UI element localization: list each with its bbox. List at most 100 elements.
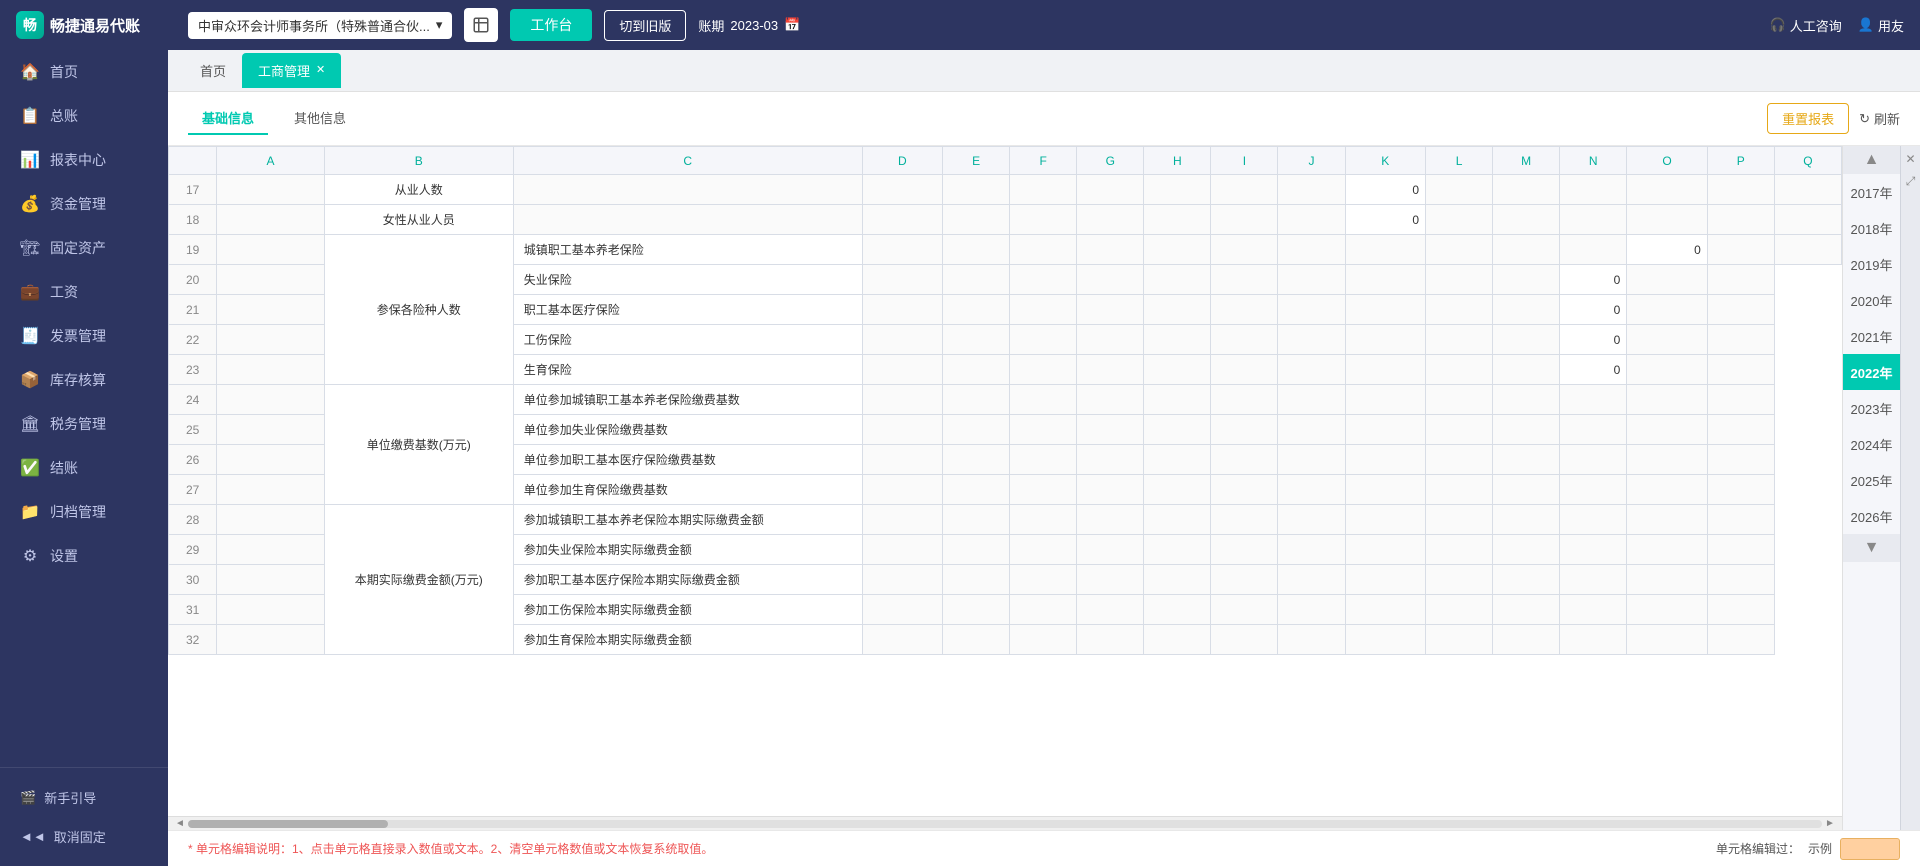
spreadsheet-wrapper[interactable]: A B C D E F G H I J xyxy=(168,146,1842,816)
cell-17-g[interactable] xyxy=(1077,175,1144,205)
sidebar-item-close[interactable]: ✅ 结账 xyxy=(0,446,168,490)
reset-report-button[interactable]: 重置报表 xyxy=(1767,103,1849,134)
user-menu[interactable]: 👤 用友 xyxy=(1858,16,1904,35)
cell-19-a[interactable] xyxy=(217,235,324,265)
cell-21-c[interactable]: 职工基本医疗保险 xyxy=(513,295,862,325)
cell-17-i[interactable] xyxy=(1211,175,1278,205)
cell-17-c[interactable] xyxy=(513,175,862,205)
cell-23-c[interactable]: 生育保险 xyxy=(513,355,862,385)
cell-32-a[interactable] xyxy=(217,625,324,655)
year-down-btn[interactable]: ▼ xyxy=(1843,534,1900,562)
cell-32-c[interactable]: 参加生育保险本期实际缴费金额 xyxy=(513,625,862,655)
year-item-2021[interactable]: 2021年 xyxy=(1843,318,1900,354)
cell-17-b[interactable]: 从业人数 xyxy=(324,175,513,205)
cell-20-a[interactable] xyxy=(217,265,324,295)
cell-17-f[interactable] xyxy=(1010,175,1077,205)
cell-17-j[interactable] xyxy=(1278,175,1345,205)
cell-20-o[interactable]: 0 xyxy=(1560,265,1627,295)
cell-19-m[interactable] xyxy=(1493,235,1560,265)
cell-26-a[interactable] xyxy=(217,445,324,475)
cell-17-p[interactable] xyxy=(1707,175,1774,205)
sidebar-item-tax[interactable]: 🏛 税务管理 xyxy=(0,402,168,446)
refresh-button[interactable]: ↻ 刷新 xyxy=(1859,109,1900,128)
sidebar-item-home[interactable]: 🏠 首页 xyxy=(0,50,168,94)
sub-tab-other[interactable]: 其他信息 xyxy=(280,102,360,135)
cell-23-a[interactable] xyxy=(217,355,324,385)
cell-19-e[interactable] xyxy=(943,235,1010,265)
cell-19-h[interactable] xyxy=(1144,235,1211,265)
cell-24-a[interactable] xyxy=(217,385,324,415)
cell-28-a[interactable] xyxy=(217,505,324,535)
cell-18-g[interactable] xyxy=(1077,205,1144,235)
cell-23-o[interactable]: 0 xyxy=(1560,355,1627,385)
cell-17-m[interactable] xyxy=(1493,175,1560,205)
cell-29-a[interactable] xyxy=(217,535,324,565)
tab-home[interactable]: 首页 xyxy=(184,53,242,88)
unpin-button[interactable]: ◄◄ 取消固定 xyxy=(0,817,168,856)
cell-18-b[interactable]: 女性从业人员 xyxy=(324,205,513,235)
sidebar-item-finance[interactable]: 💰 资金管理 xyxy=(0,182,168,226)
year-item-2017[interactable]: 2017年 xyxy=(1843,174,1900,210)
cell-19-g[interactable] xyxy=(1077,235,1144,265)
sidebar-item-settings[interactable]: ⚙ 设置 xyxy=(0,534,168,578)
cell-22-c[interactable]: 工伤保险 xyxy=(513,325,862,355)
scroll-track[interactable] xyxy=(188,820,1822,828)
year-item-2026[interactable]: 2026年 xyxy=(1843,498,1900,534)
cell-20-c[interactable]: 失业保险 xyxy=(513,265,862,295)
cell-19-f[interactable] xyxy=(1010,235,1077,265)
cell-18-h[interactable] xyxy=(1144,205,1211,235)
scroll-right-btn[interactable]: ► xyxy=(1822,816,1838,831)
cell-18-k[interactable]: 0 xyxy=(1345,205,1425,235)
cell-17-d[interactable] xyxy=(862,175,942,205)
cell-19-d[interactable] xyxy=(862,235,942,265)
year-item-2019[interactable]: 2019年 xyxy=(1843,246,1900,282)
cell-19-j[interactable] xyxy=(1278,235,1345,265)
scroll-left-btn[interactable]: ◄ xyxy=(172,816,188,831)
scroll-thumb[interactable] xyxy=(188,820,388,828)
cell-18-e[interactable] xyxy=(943,205,1010,235)
year-item-2018[interactable]: 2018年 xyxy=(1843,210,1900,246)
cell-17-k[interactable]: 0 xyxy=(1345,175,1425,205)
cell-25-a[interactable] xyxy=(217,415,324,445)
cell-30-a[interactable] xyxy=(217,565,324,595)
cell-19-q[interactable] xyxy=(1774,235,1841,265)
year-up-btn[interactable]: ▲ xyxy=(1843,146,1900,174)
panel-expand-btn[interactable]: ⤢ xyxy=(1902,172,1920,190)
sidebar-item-ledger[interactable]: 📋 总账 xyxy=(0,94,168,138)
horizontal-scrollbar[interactable]: ◄ ► xyxy=(168,816,1842,830)
year-item-2024[interactable]: 2024年 xyxy=(1843,426,1900,462)
tab-close-icon[interactable]: ✕ xyxy=(316,65,325,76)
ai-consult-button[interactable]: 🎧 人工咨询 xyxy=(1770,16,1842,35)
cell-18-o[interactable] xyxy=(1627,205,1707,235)
sidebar-item-invoice[interactable]: 🧾 发票管理 xyxy=(0,314,168,358)
cell-19-c[interactable]: 城镇职工基本养老保险 xyxy=(513,235,862,265)
cell-18-p[interactable] xyxy=(1707,205,1774,235)
company-selector[interactable]: 中审众环会计师事务所（特殊普通合伙... ▾ xyxy=(188,12,452,39)
year-item-2023[interactable]: 2023年 xyxy=(1843,390,1900,426)
sub-tab-basic[interactable]: 基础信息 xyxy=(188,102,268,135)
cell-18-m[interactable] xyxy=(1493,205,1560,235)
workspace-button[interactable]: 工作台 xyxy=(510,9,592,41)
cell-18-j[interactable] xyxy=(1278,205,1345,235)
sidebar-item-report[interactable]: 📊 报表中心 xyxy=(0,138,168,182)
cell-28-c[interactable]: 参加城镇职工基本养老保险本期实际缴费金额 xyxy=(513,505,862,535)
cell-31-c[interactable]: 参加工伤保险本期实际缴费金额 xyxy=(513,595,862,625)
cell-21-o[interactable]: 0 xyxy=(1560,295,1627,325)
cell-30-c[interactable]: 参加职工基本医疗保险本期实际缴费金额 xyxy=(513,565,862,595)
cell-18-l[interactable] xyxy=(1426,205,1493,235)
cell-26-c[interactable]: 单位参加职工基本医疗保险缴费基数 xyxy=(513,445,862,475)
panel-close-btn[interactable]: ✕ xyxy=(1902,150,1920,168)
cell-18-i[interactable] xyxy=(1211,205,1278,235)
cell-27-a[interactable] xyxy=(217,475,324,505)
tab-bizreg[interactable]: 工商管理 ✕ xyxy=(242,53,341,88)
year-item-2022[interactable]: 2022年 xyxy=(1843,354,1900,390)
cell-18-a[interactable] xyxy=(217,205,324,235)
cell-18-c[interactable] xyxy=(513,205,862,235)
cell-25-c[interactable]: 单位参加失业保险缴费基数 xyxy=(513,415,862,445)
cell-17-h[interactable] xyxy=(1144,175,1211,205)
cell-17-n[interactable] xyxy=(1560,175,1627,205)
cell-21-a[interactable] xyxy=(217,295,324,325)
cell-17-e[interactable] xyxy=(943,175,1010,205)
sidebar-item-inventory[interactable]: 📦 库存核算 xyxy=(0,358,168,402)
cell-19-i[interactable] xyxy=(1211,235,1278,265)
